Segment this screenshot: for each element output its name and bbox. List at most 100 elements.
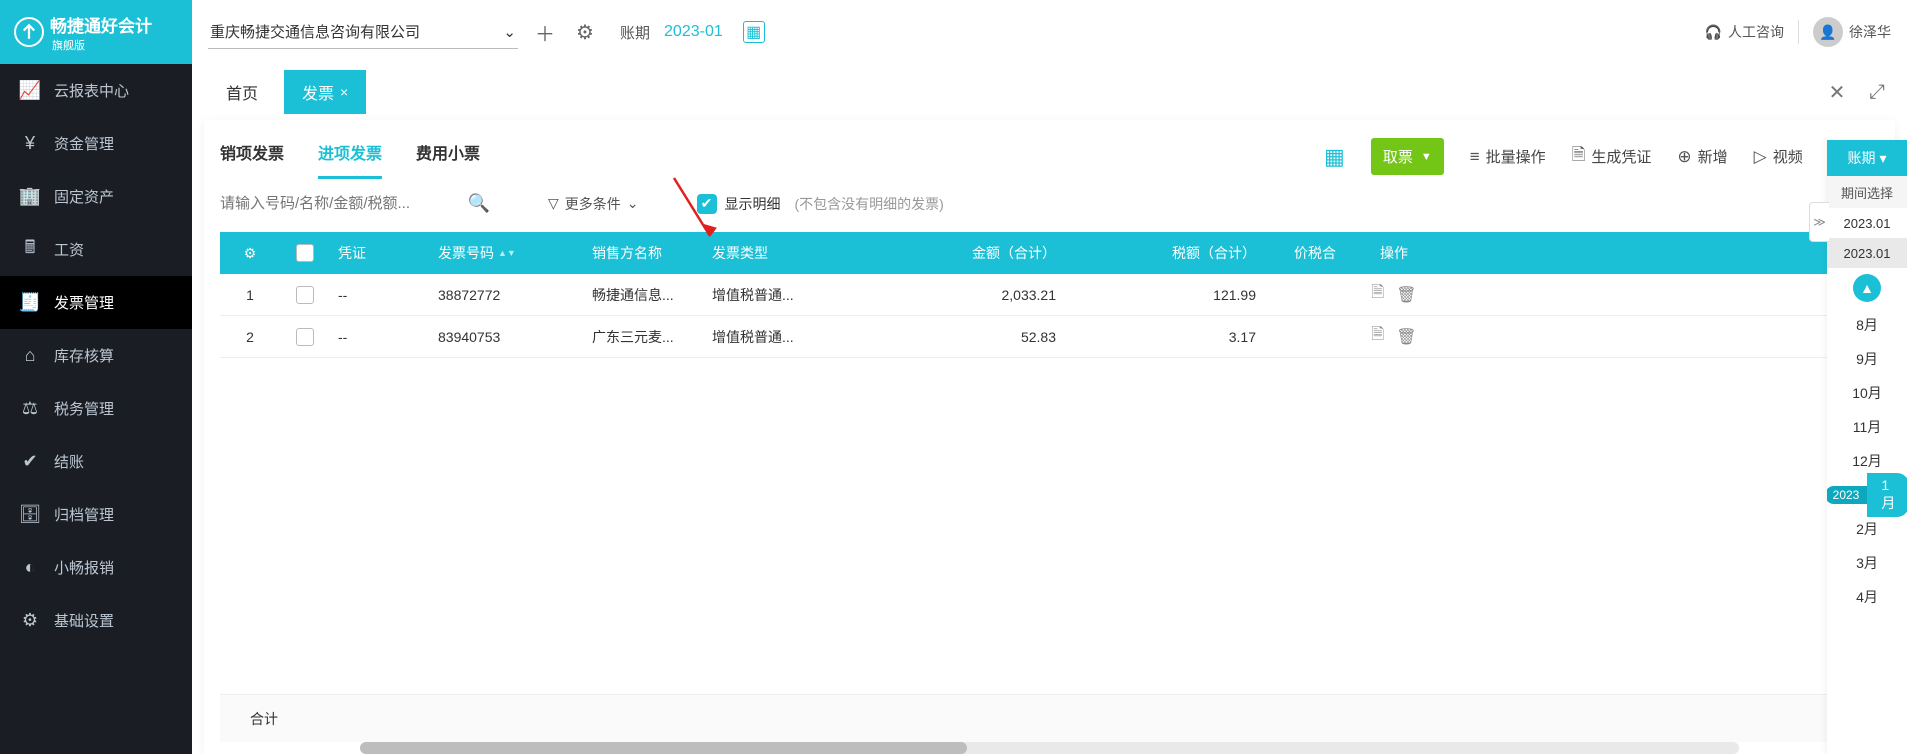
sort-icon[interactable]: ▲▼: [498, 250, 516, 257]
table-row[interactable]: 2 -- 83940753 广东三元麦... 增值税普通... 52.83 3.…: [220, 316, 1879, 358]
sidebar-item-expense[interactable]: ◐小畅报销: [0, 541, 192, 594]
fullscreen-button[interactable]: ⤢: [1863, 78, 1891, 106]
month-item[interactable]: 10月: [1827, 376, 1907, 410]
sidebar-item-assets[interactable]: 🏢固定资产: [0, 170, 192, 223]
divider: [1798, 20, 1799, 44]
sidebar-item-reports[interactable]: 📈云报表中心: [0, 64, 192, 117]
show-detail-checkbox-wrap: ✔ 显示明细 (不包含没有明细的发票): [697, 194, 944, 214]
show-detail-label: 显示明细: [725, 194, 781, 214]
sidebar-item-tax[interactable]: ⚖税务管理: [0, 382, 192, 435]
month-list: 8月 9月 10月 11月 12月 2023 1月 2月 3月 4月: [1827, 308, 1907, 754]
filter-icon: ▽: [548, 195, 559, 212]
headset-icon: 🎧: [1705, 24, 1722, 41]
tab-home[interactable]: 首页: [208, 70, 276, 114]
view-icon[interactable]: 🗎: [1371, 281, 1384, 308]
month-item[interactable]: 4月: [1827, 580, 1907, 614]
sidebar-item-settings[interactable]: ⚙基础设置: [0, 594, 192, 647]
sidebar-item-salary[interactable]: 🖩工资: [0, 223, 192, 276]
month-item[interactable]: 9月: [1827, 342, 1907, 376]
col-settings[interactable]: ⚙: [220, 245, 280, 262]
avatar-icon: 👤: [1813, 17, 1843, 47]
table-row[interactable]: 1 -- 38872772 畅捷通信息... 增值税普通... 2,033.21…: [220, 274, 1879, 316]
col-type[interactable]: 发票类型: [704, 243, 864, 263]
delete-icon[interactable]: 🗑: [1396, 327, 1416, 347]
view-icon[interactable]: 🗎: [1371, 323, 1384, 350]
batch-button[interactable]: ≡批量操作: [1470, 146, 1546, 167]
calc-icon: 🖩: [20, 240, 40, 260]
add-company-button[interactable]: ＋: [532, 19, 558, 45]
subtab-sales[interactable]: 销项发票: [220, 134, 284, 179]
tab-close-icon[interactable]: ×: [340, 84, 348, 100]
sliders-icon: ≡: [1470, 147, 1480, 167]
tab-invoice[interactable]: 发票 ×: [284, 70, 366, 114]
col-pricetax[interactable]: 价税合: [1264, 243, 1344, 263]
help-button[interactable]: 🎧 人工咨询: [1705, 22, 1784, 42]
house-icon: ⌂: [20, 346, 40, 366]
add-button[interactable]: ⊕新增: [1677, 146, 1727, 167]
month-item-active[interactable]: 2023 1月: [1827, 478, 1907, 512]
sidebar-item-archive[interactable]: 🗄归档管理: [0, 488, 192, 541]
money-icon: ¥: [20, 134, 40, 154]
scroll-top-button[interactable]: ▲: [1853, 274, 1881, 302]
company-name: 重庆畅捷交通信息咨询有限公司: [210, 21, 420, 42]
topbar: 重庆畅捷交通信息咨询有限公司 ⌄ ＋ ⚙ 账期 2023-01 ▦ 🎧 人工咨询…: [192, 0, 1907, 64]
fetch-invoice-button[interactable]: 取票 ▼: [1371, 138, 1444, 175]
col-actions: 操作: [1344, 243, 1444, 263]
search-wrap: 🔍: [220, 193, 490, 214]
company-select[interactable]: 重庆畅捷交通信息咨询有限公司 ⌄: [208, 15, 518, 49]
checkbox-all[interactable]: [296, 244, 314, 262]
col-tax[interactable]: 税额（合计）: [1064, 243, 1264, 263]
filter-row: 🔍 ▽ 更多条件 ⌄ ✔ 显示明细 (不包含没有明细的发票): [220, 179, 1879, 232]
sidebar-item-invoice[interactable]: 🧾发票管理: [0, 276, 192, 329]
period-value[interactable]: 2023-01: [664, 23, 723, 41]
tabbar: 首页 发票 × ✕ ⤢: [192, 64, 1907, 120]
invoice-table: ⚙ 凭证 发票号码▲▼ 销售方名称 发票类型 金额（合计） 税额（合计） 价税合…: [220, 232, 1879, 754]
sidebar: 畅捷通好会计 旗舰版 📈云报表中心 ¥资金管理 🏢固定资产 🖩工资 🧾发票管理 …: [0, 0, 192, 754]
gear-icon: ⚙: [244, 245, 257, 262]
subtab-purchase[interactable]: 进项发票: [318, 134, 382, 179]
table-header: ⚙ 凭证 发票号码▲▼ 销售方名称 发票类型 金额（合计） 税额（合计） 价税合…: [220, 232, 1879, 274]
tax-icon: ⚖: [20, 399, 40, 419]
qr-icon[interactable]: ▦: [1324, 144, 1345, 170]
user-menu[interactable]: 👤 徐泽华: [1813, 17, 1891, 47]
delete-icon[interactable]: 🗑: [1396, 285, 1416, 305]
close-button[interactable]: ✕: [1823, 78, 1851, 106]
year-item[interactable]: 2023.01: [1827, 238, 1907, 268]
row-checkbox[interactable]: [296, 286, 314, 304]
expense-icon: ◐: [20, 558, 40, 578]
sidebar-item-funds[interactable]: ¥资金管理: [0, 117, 192, 170]
calendar-icon[interactable]: ▦: [743, 21, 765, 43]
voucher-button[interactable]: 🗎生成凭证: [1572, 142, 1652, 171]
year-item[interactable]: 2023.01: [1827, 208, 1907, 238]
sidebar-item-inventory[interactable]: ⌂库存核算: [0, 329, 192, 382]
settings-icon: ⚙: [20, 611, 40, 631]
col-amount[interactable]: 金额（合计）: [864, 243, 1064, 263]
col-invoice-no[interactable]: 发票号码▲▼: [430, 243, 584, 263]
sidebar-item-closing[interactable]: ✔结账: [0, 435, 192, 488]
search-input[interactable]: [220, 195, 458, 212]
col-voucher[interactable]: 凭证: [330, 243, 430, 263]
subtab-expense[interactable]: 费用小票: [416, 134, 480, 179]
video-button[interactable]: ▷视频: [1754, 146, 1803, 167]
user-name: 徐泽华: [1849, 22, 1891, 42]
brand-name: 畅捷通好会计: [50, 12, 152, 37]
search-icon[interactable]: 🔍: [468, 193, 490, 214]
col-seller[interactable]: 销售方名称: [584, 243, 704, 263]
chevron-down-icon: ⌄: [503, 23, 516, 41]
scrollbar-thumb[interactable]: [360, 742, 967, 754]
row-checkbox[interactable]: [296, 328, 314, 346]
company-settings-button[interactable]: ⚙: [572, 19, 598, 45]
period-toggle[interactable]: ≫: [1809, 202, 1829, 242]
col-checkbox[interactable]: [280, 244, 330, 262]
show-detail-checkbox[interactable]: ✔: [697, 194, 717, 214]
month-item[interactable]: 8月: [1827, 308, 1907, 342]
period-label: 账期: [620, 22, 650, 43]
month-item[interactable]: 3月: [1827, 546, 1907, 580]
month-item[interactable]: 11月: [1827, 410, 1907, 444]
month-item[interactable]: 2月: [1827, 512, 1907, 546]
period-header[interactable]: 账期▾: [1827, 140, 1907, 176]
brand-icon: [14, 17, 44, 47]
horizontal-scrollbar[interactable]: [360, 742, 1739, 754]
more-conditions-button[interactable]: ▽ 更多条件 ⌄: [548, 194, 639, 214]
doc-icon: 🗎: [1572, 142, 1586, 171]
